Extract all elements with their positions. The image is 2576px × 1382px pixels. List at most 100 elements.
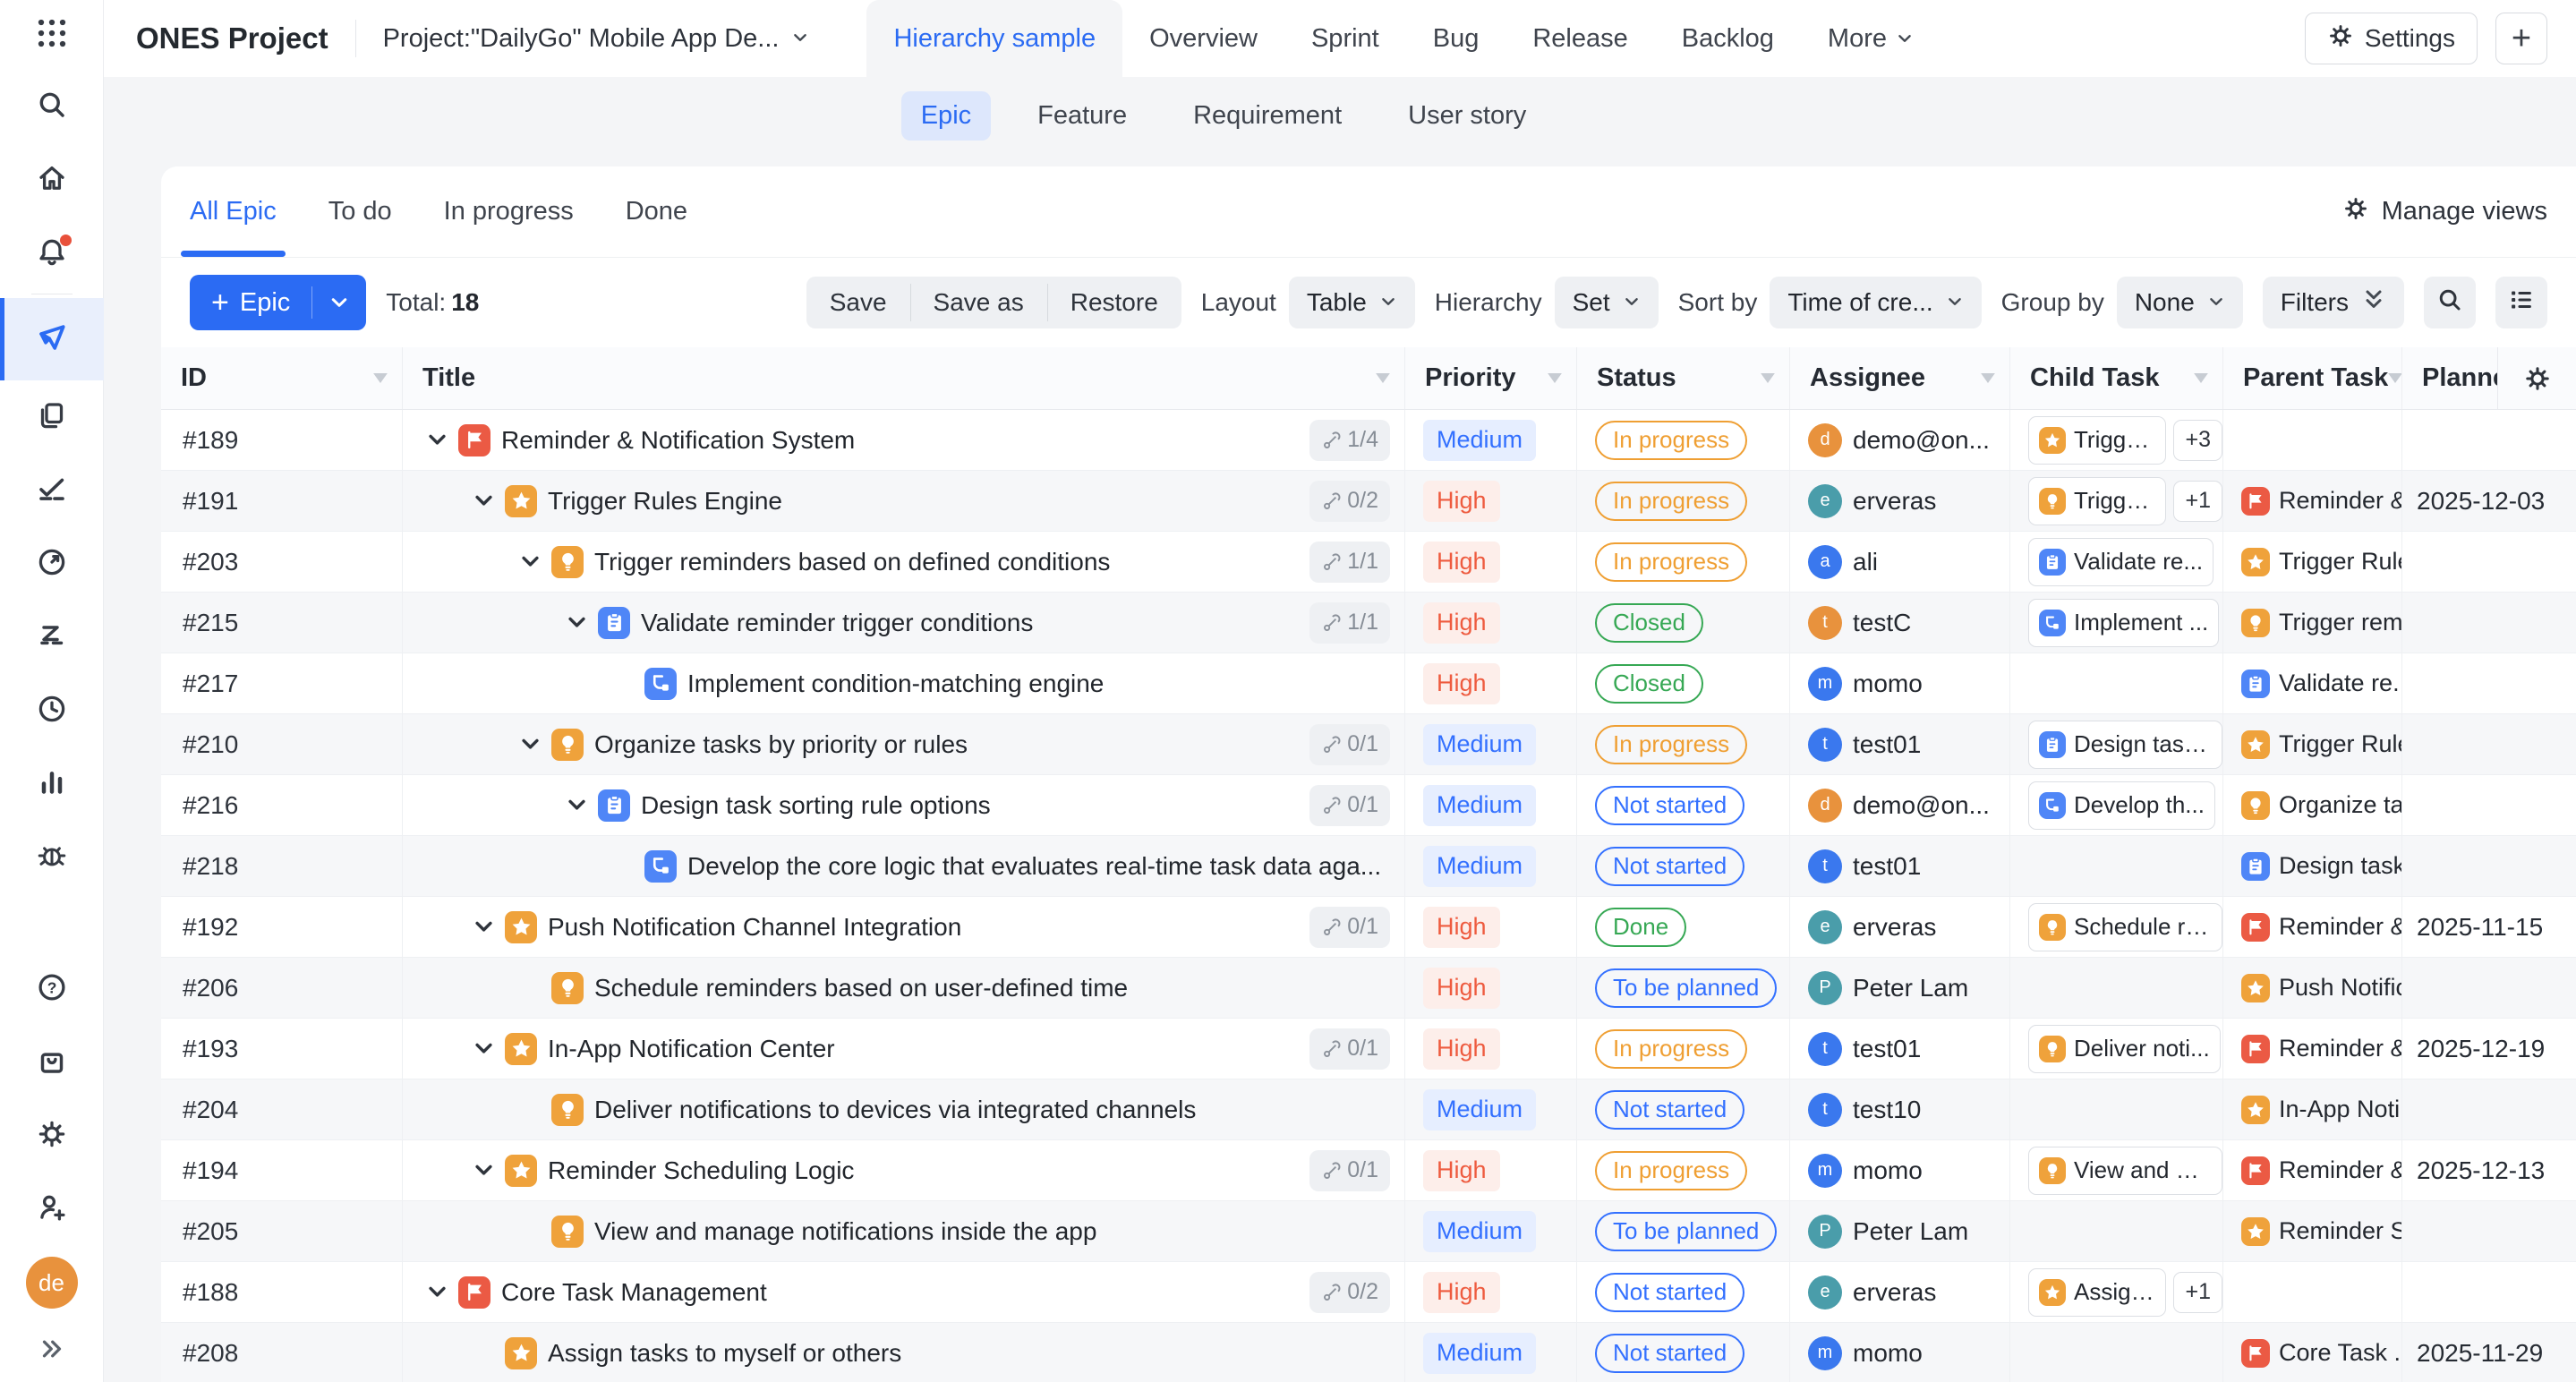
column-header-priority[interactable]: Priority (1405, 347, 1577, 409)
add-epic-button[interactable]: + Epic (190, 275, 367, 330)
priority-badge[interactable]: Medium (1423, 723, 1537, 765)
status-badge[interactable]: Done (1595, 907, 1687, 947)
notifications-icon[interactable] (0, 217, 104, 290)
column-header-assignee[interactable]: Assignee (1790, 347, 2010, 409)
priority-badge[interactable]: Medium (1423, 1210, 1537, 1252)
top-tab-release[interactable]: Release (1506, 0, 1654, 77)
type-tab-requirement[interactable]: Requirement (1173, 91, 1361, 141)
filter-caret-icon[interactable] (1548, 373, 1562, 383)
expand-chevron-icon[interactable] (508, 732, 551, 756)
table-row[interactable]: #203 Trigger reminders based on defined c… (161, 532, 2576, 593)
table-row[interactable]: #218 Develop the core logic that evaluate… (161, 836, 2576, 897)
dashboard-icon[interactable] (0, 527, 104, 601)
expand-chevron-icon[interactable] (415, 1280, 458, 1304)
priority-badge[interactable]: Medium (1423, 845, 1537, 887)
expand-chevron-icon[interactable] (462, 915, 505, 939)
reports-icon[interactable] (0, 747, 104, 821)
child-task-chip[interactable]: Implement ... (2028, 598, 2220, 647)
row-title[interactable]: Push Notification Channel Integration (548, 913, 961, 942)
table-row[interactable]: #188 Core Task Management 0/2 High Not start… (161, 1262, 2576, 1323)
column-header-status[interactable]: Status (1577, 347, 1790, 409)
list-view-button[interactable] (2495, 277, 2547, 328)
collapse-icon[interactable] (0, 1319, 104, 1382)
table-row[interactable]: #192 Push Notification Channel Integratio… (161, 897, 2576, 958)
expand-chevron-icon[interactable] (555, 793, 598, 817)
home-icon[interactable] (0, 143, 104, 217)
child-task-chip[interactable]: Trigger... (2028, 415, 2167, 465)
column-header-title[interactable]: Title (403, 347, 1405, 409)
type-tab-epic[interactable]: Epic (900, 90, 992, 141)
table-row[interactable]: #210 Organize tasks by priority or rules 0… (161, 714, 2576, 775)
view-tab-done[interactable]: Done (626, 166, 687, 257)
filter-caret-icon[interactable] (1376, 373, 1390, 383)
priority-badge[interactable]: Medium (1423, 1088, 1537, 1130)
marketplace-icon[interactable] (0, 1026, 104, 1099)
table-row[interactable]: #193 In-App Notification Center 0/1 High In … (161, 1019, 2576, 1079)
expand-chevron-icon[interactable] (508, 550, 551, 574)
table-row[interactable]: #205 View and manage notifications inside… (161, 1201, 2576, 1262)
expand-chevron-icon[interactable] (462, 1158, 505, 1182)
save-as-button[interactable]: Save as (909, 284, 1047, 321)
settings-button[interactable]: Settings (2304, 13, 2478, 64)
status-badge[interactable]: To be planned (1595, 968, 1778, 1008)
table-row[interactable]: #189 Reminder & Notification System 1/4 Med… (161, 410, 2576, 471)
status-badge[interactable]: Not started (1595, 1272, 1745, 1312)
status-badge[interactable]: Not started (1595, 785, 1745, 825)
search-icon[interactable] (0, 70, 104, 143)
table-row[interactable]: #208 Assign tasks to myself or others Medi… (161, 1323, 2576, 1382)
child-task-chip[interactable]: Schedule re... (2028, 902, 2222, 951)
table-row[interactable]: #216 Design task sorting rule options 0/1 M… (161, 775, 2576, 836)
table-row[interactable]: #191 Trigger Rules Engine 0/2 High In progre… (161, 471, 2576, 532)
column-header-parent-task[interactable]: Parent Task (2223, 347, 2402, 409)
priority-badge[interactable]: High (1423, 480, 1500, 522)
priority-badge[interactable]: High (1423, 662, 1500, 704)
view-tab-in-progress[interactable]: In progress (444, 166, 574, 257)
priority-badge[interactable]: High (1423, 1149, 1500, 1191)
status-badge[interactable]: Not started (1595, 1333, 1745, 1373)
groupby-select[interactable]: None (2116, 277, 2243, 328)
column-settings-button[interactable] (2497, 347, 2576, 409)
row-title[interactable]: Schedule reminders based on user-defined… (594, 974, 1128, 1002)
top-tab-bug[interactable]: Bug (1406, 0, 1506, 77)
child-task-chip[interactable]: View and m... (2028, 1146, 2222, 1195)
filter-caret-icon[interactable] (373, 373, 388, 383)
recent-icon[interactable] (0, 674, 104, 747)
child-task-chip[interactable]: Develop th... (2028, 781, 2215, 830)
top-tab-more[interactable]: More (1801, 0, 1941, 77)
type-tab-user-story[interactable]: User story (1388, 91, 1546, 141)
priority-badge[interactable]: High (1423, 906, 1500, 948)
manage-views-button[interactable]: Manage views (2342, 195, 2547, 229)
status-badge[interactable]: In progress (1595, 420, 1748, 460)
parent-task-link[interactable]: Validate re... (2241, 669, 2401, 698)
expand-chevron-icon[interactable] (462, 489, 505, 513)
row-title[interactable]: Trigger reminders based on defined condi… (594, 548, 1110, 576)
priority-badge[interactable]: High (1423, 541, 1500, 583)
hierarchy-select[interactable]: Set (1554, 277, 1659, 328)
status-badge[interactable]: In progress (1595, 481, 1748, 521)
priority-badge[interactable]: Medium (1423, 419, 1537, 461)
child-task-chip[interactable]: Trigger... (2028, 476, 2167, 525)
filter-caret-icon[interactable] (2388, 373, 2401, 383)
column-header-child-task[interactable]: Child Task (2010, 347, 2223, 409)
filter-caret-icon[interactable] (1981, 373, 1995, 383)
projects-icon[interactable] (0, 298, 104, 380)
priority-badge[interactable]: High (1423, 1028, 1500, 1070)
table-row[interactable]: #206 Schedule reminders based on user-def… (161, 958, 2576, 1019)
app-grid-icon[interactable] (0, 0, 104, 70)
table-row[interactable]: #217 Implement condition-matching engine H… (161, 653, 2576, 714)
top-tab-overview[interactable]: Overview (1122, 0, 1284, 77)
priority-badge[interactable]: Medium (1423, 1332, 1537, 1374)
row-title[interactable]: Core Task Management (501, 1278, 767, 1307)
status-badge[interactable]: In progress (1595, 1028, 1748, 1069)
help-icon[interactable]: ? (0, 952, 104, 1026)
workflow-icon[interactable] (0, 601, 104, 674)
restore-button[interactable]: Restore (1046, 284, 1181, 321)
row-title[interactable]: Design task sorting rule options (641, 791, 991, 820)
column-header-id[interactable]: ID (161, 347, 403, 409)
create-button[interactable]: + (2495, 13, 2547, 64)
parent-task-link[interactable]: Design task... (2241, 851, 2401, 881)
parent-task-link[interactable]: Reminder S... (2241, 1216, 2401, 1246)
top-tab-backlog[interactable]: Backlog (1655, 0, 1801, 77)
status-badge[interactable]: In progress (1595, 724, 1748, 764)
priority-badge[interactable]: Medium (1423, 784, 1537, 826)
